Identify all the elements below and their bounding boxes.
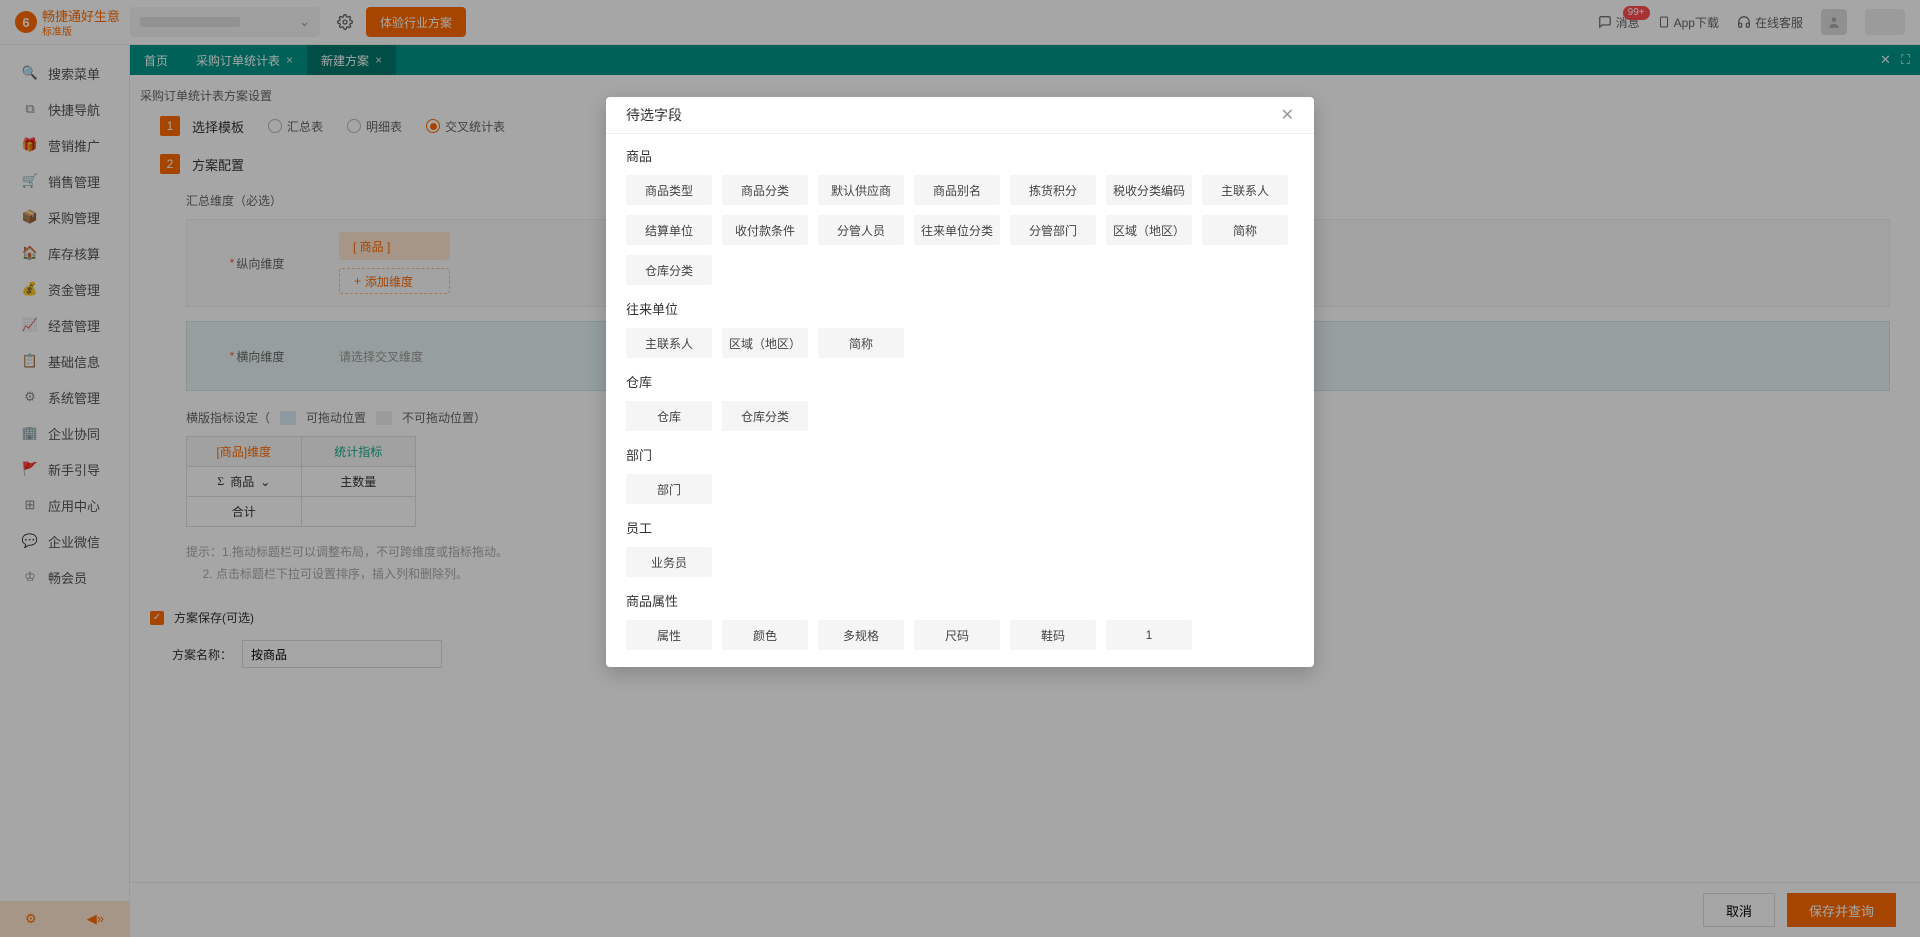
field-chip[interactable]: 业务员 — [626, 547, 712, 577]
field-chip[interactable]: 税收分类编码 — [1106, 175, 1192, 205]
modal-title: 待选字段 — [626, 105, 682, 125]
field-group-5: 商品属性属性颜色多规格尺码鞋码 1 — [626, 591, 1294, 650]
field-chip[interactable]: 结算单位 — [626, 215, 712, 245]
field-chip[interactable]: 尺码 — [914, 620, 1000, 650]
modal-close-button[interactable]: ✕ — [1281, 105, 1294, 125]
field-chip[interactable]: 拣货积分 — [1010, 175, 1096, 205]
field-chip[interactable]: 往来单位分类 — [914, 215, 1000, 245]
field-chip[interactable]: 分管部门 — [1010, 215, 1096, 245]
field-selector-modal: 待选字段 ✕ 商品商品类型商品分类默认供应商商品别名拣货积分税收分类编码主联系人… — [606, 97, 1314, 667]
field-group-title: 商品 — [626, 146, 1294, 165]
field-group-1: 往来单位主联系人区域（地区） 简称 — [626, 299, 1294, 358]
field-group-6: 其它单据日期项目 — [626, 664, 1294, 667]
field-chip[interactable]: 区域（地区） — [1106, 215, 1192, 245]
field-group-0: 商品商品类型商品分类默认供应商商品别名拣货积分税收分类编码主联系人结算单位收付款… — [626, 146, 1294, 285]
modal-header: 待选字段 ✕ — [606, 97, 1314, 134]
field-group-title: 往来单位 — [626, 299, 1294, 318]
field-chip[interactable]: 颜色 — [722, 620, 808, 650]
field-chip[interactable]: 鞋码 — [1010, 620, 1096, 650]
field-group-4: 员工业务员 — [626, 518, 1294, 577]
field-chip[interactable]: 简称 — [818, 328, 904, 358]
field-chip[interactable]: 1 — [1106, 620, 1192, 650]
field-group-title: 部门 — [626, 445, 1294, 464]
field-group-title: 其它 — [626, 664, 1294, 667]
field-chip[interactable]: 收付款条件 — [722, 215, 808, 245]
field-chip[interactable]: 区域（地区） — [722, 328, 808, 358]
field-chip[interactable]: 商品类型 — [626, 175, 712, 205]
field-chip[interactable]: 部门 — [626, 474, 712, 504]
field-group-title: 仓库 — [626, 372, 1294, 391]
field-chip[interactable]: 主联系人 — [626, 328, 712, 358]
field-chip[interactable]: 仓库 — [626, 401, 712, 431]
field-chip[interactable]: 多规格 — [818, 620, 904, 650]
field-chip[interactable]: 分管人员 — [818, 215, 904, 245]
field-chip[interactable]: 默认供应商 — [818, 175, 904, 205]
field-chip[interactable]: 商品别名 — [914, 175, 1000, 205]
field-chip[interactable]: 简称 — [1202, 215, 1288, 245]
field-chip[interactable]: 仓库分类 — [722, 401, 808, 431]
field-chip[interactable]: 仓库分类 — [626, 255, 712, 285]
field-group-title: 员工 — [626, 518, 1294, 537]
field-chip[interactable]: 属性 — [626, 620, 712, 650]
field-group-2: 仓库仓库仓库分类 — [626, 372, 1294, 431]
field-chip[interactable]: 主联系人 — [1202, 175, 1288, 205]
field-group-3: 部门部门 — [626, 445, 1294, 504]
field-chip[interactable]: 商品分类 — [722, 175, 808, 205]
field-group-title: 商品属性 — [626, 591, 1294, 610]
